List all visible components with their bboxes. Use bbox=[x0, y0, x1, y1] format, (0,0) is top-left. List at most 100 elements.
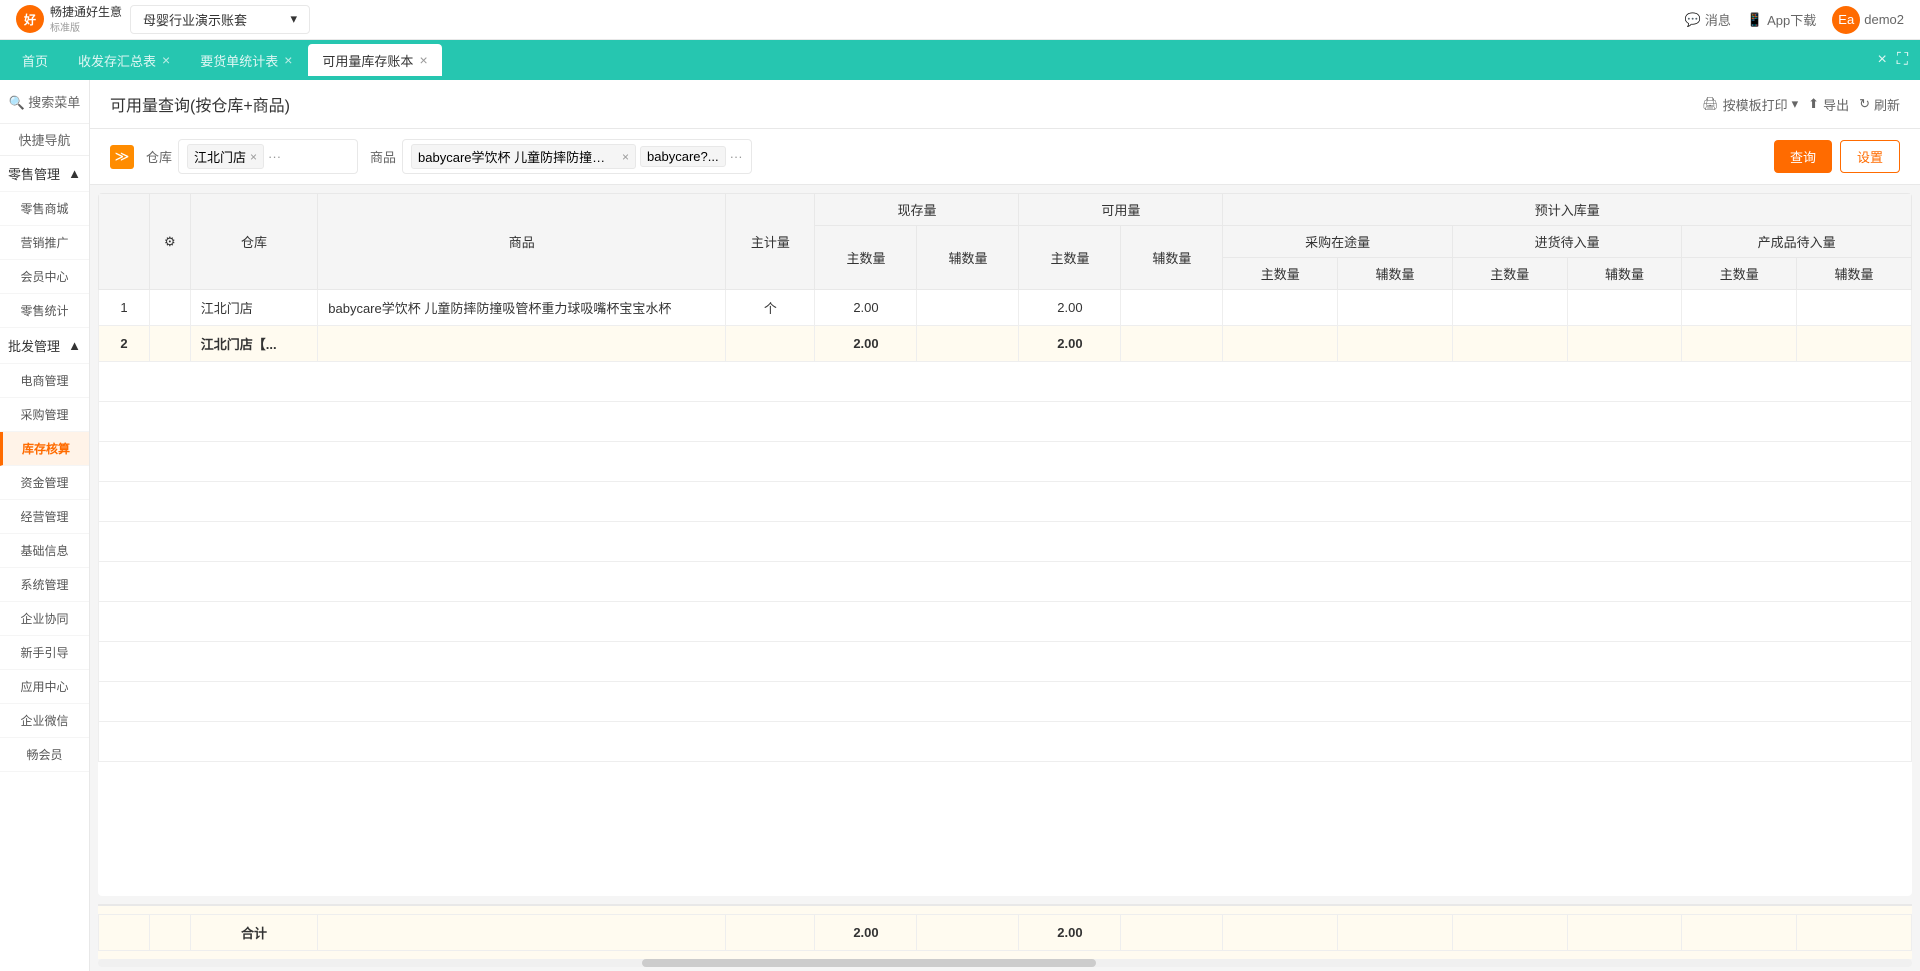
message-btn[interactable]: 💬 消息 bbox=[1685, 10, 1731, 29]
total-empty3 bbox=[318, 915, 726, 951]
sidebar-item-procurement[interactable]: 采购管理 bbox=[0, 398, 89, 432]
tab-available-stock-label: 可用量库存账本 bbox=[322, 51, 413, 70]
sidebar-group-retail-header[interactable]: 零售管理 ▲ bbox=[0, 156, 89, 192]
td-stock-main: 2.00 bbox=[815, 290, 917, 326]
sidebar-item-inventory[interactable]: 库存核算 bbox=[0, 432, 89, 466]
td-available-aux bbox=[1121, 290, 1223, 326]
th-available-main: 主数量 bbox=[1019, 226, 1121, 290]
th-rownum bbox=[99, 194, 150, 290]
sidebar-item-retail-mall[interactable]: 零售商城 bbox=[0, 192, 89, 226]
tab-home[interactable]: 首页 bbox=[8, 44, 62, 76]
total-label: 合计 bbox=[190, 915, 317, 951]
sidebar-item-newbie[interactable]: 新手引导 bbox=[0, 636, 89, 670]
sidebar-item-member2[interactable]: 畅会员 bbox=[0, 738, 89, 772]
logo-text: 畅捷通好生意 bbox=[50, 5, 122, 19]
expand-btn[interactable]: ⛶ bbox=[1893, 47, 1912, 73]
sidebar-item-operations[interactable]: 经营管理 bbox=[0, 500, 89, 534]
th-stock-aux: 辅数量 bbox=[917, 226, 1019, 290]
sidebar-item-ecommerce[interactable]: 电商管理 bbox=[0, 364, 89, 398]
sidebar-item-wechat[interactable]: 企业微信 bbox=[0, 704, 89, 738]
print-btn[interactable]: 🖨 按模板打印 ▾ bbox=[1702, 95, 1798, 114]
warehouse-more[interactable]: ··· bbox=[268, 149, 281, 164]
total-empty2 bbox=[149, 915, 190, 951]
subtotal-product bbox=[318, 326, 726, 362]
subtotal-purchase-transit-main bbox=[1223, 326, 1338, 362]
industry-selector-value: 母婴行业演示账套 bbox=[143, 10, 247, 29]
sidebar-item-member[interactable]: 会员中心 bbox=[0, 260, 89, 294]
tab-receive-summary[interactable]: 收发存汇总表 × bbox=[64, 44, 184, 76]
th-settings[interactable]: ⚙ bbox=[149, 194, 190, 290]
filter-toggle-btn[interactable]: ≫ bbox=[110, 145, 134, 169]
warehouse-tag-close[interactable]: × bbox=[250, 150, 257, 164]
subtotal-available-aux bbox=[1121, 326, 1223, 362]
export-btn[interactable]: ⬆ 导出 bbox=[1808, 95, 1849, 114]
refresh-btn[interactable]: ↻ 刷新 bbox=[1859, 95, 1900, 114]
sidebar-group-wholesale-header[interactable]: 批发管理 ▲ bbox=[0, 328, 89, 364]
user-profile[interactable]: Ea demo2 bbox=[1832, 6, 1904, 34]
horizontal-scrollbar[interactable] bbox=[98, 959, 1912, 967]
tab-order-stats-close[interactable]: × bbox=[284, 52, 292, 68]
scroll-thumb[interactable] bbox=[642, 959, 1096, 967]
table-area: ⚙ 仓库 商品 主计量 现存量 可用量 预计入库量 主数量 辅数量 主数量 辅数… bbox=[98, 193, 1912, 896]
empty-row bbox=[99, 722, 1912, 762]
td-purchase-transit-main bbox=[1223, 290, 1338, 326]
sidebar-item-enterprise[interactable]: 企业协同 bbox=[0, 602, 89, 636]
th-main-unit: 主计量 bbox=[726, 194, 815, 290]
product-tag1-close[interactable]: × bbox=[622, 150, 629, 164]
product-tag1: babycare学饮杯 儿童防摔防撞吸管杯重力球吸嘴杯宝宝水杯 × bbox=[411, 144, 636, 169]
table-total-footer: 合计 2.00 2.00 bbox=[98, 904, 1912, 959]
sidebar-group-wholesale-label: 批发管理 bbox=[8, 336, 60, 355]
subtotal-product-incoming-main bbox=[1682, 326, 1797, 362]
product-input[interactable]: babycare学饮杯 儿童防摔防撞吸管杯重力球吸嘴杯宝宝水杯 × babyca… bbox=[402, 139, 752, 174]
settings-btn[interactable]: 设置 bbox=[1840, 140, 1900, 173]
subtotal-incoming-aux bbox=[1567, 326, 1682, 362]
tab-available-stock-close[interactable]: × bbox=[419, 52, 427, 68]
tab-receive-summary-close[interactable]: × bbox=[162, 52, 170, 68]
td-stock-aux bbox=[917, 290, 1019, 326]
query-btn[interactable]: 查询 bbox=[1774, 140, 1832, 173]
td-main-unit: 个 bbox=[726, 290, 815, 326]
tab-available-stock[interactable]: 可用量库存账本 × bbox=[308, 44, 441, 76]
th-available-group: 可用量 bbox=[1019, 194, 1223, 226]
product-more[interactable]: ··· bbox=[730, 149, 743, 164]
column-settings-icon[interactable]: ⚙ bbox=[164, 234, 176, 249]
message-label: 消息 bbox=[1705, 10, 1731, 29]
total-available-aux bbox=[1121, 915, 1223, 951]
tab-order-stats[interactable]: 要货单统计表 × bbox=[186, 44, 306, 76]
th-expected-group: 预计入库量 bbox=[1223, 194, 1912, 226]
app-download-btn[interactable]: 📱 App下载 bbox=[1747, 10, 1816, 29]
subtotal-settings bbox=[149, 326, 190, 362]
th-available-aux: 辅数量 bbox=[1121, 226, 1223, 290]
top-bar-left: 好 畅捷通好生意 标准版 母婴行业演示账套 ▾ bbox=[16, 5, 310, 34]
tab-home-label: 首页 bbox=[22, 51, 48, 70]
chevron-down-icon-print: ▾ bbox=[1792, 96, 1799, 112]
td-product-incoming-aux bbox=[1797, 290, 1912, 326]
sidebar-item-finance[interactable]: 资金管理 bbox=[0, 466, 89, 500]
th-stock-group: 现存量 bbox=[815, 194, 1019, 226]
nav-tabs: 首页 收发存汇总表 × 要货单统计表 × 可用量库存账本 × × ⛶ bbox=[0, 40, 1920, 80]
total-empty4 bbox=[726, 915, 815, 951]
close-all-tabs-btn[interactable]: × bbox=[1873, 47, 1890, 73]
empty-row bbox=[99, 522, 1912, 562]
sidebar-search-btn[interactable]: 🔍 搜索菜单 bbox=[8, 88, 81, 115]
sidebar-item-marketing[interactable]: 营销推广 bbox=[0, 226, 89, 260]
message-icon: 💬 bbox=[1685, 12, 1701, 28]
subtotal-stock-aux bbox=[917, 326, 1019, 362]
sidebar-item-app-center[interactable]: 应用中心 bbox=[0, 670, 89, 704]
sidebar-item-system[interactable]: 系统管理 bbox=[0, 568, 89, 602]
th-incoming-aux: 辅数量 bbox=[1567, 258, 1682, 290]
table-row: 1 江北门店 babycare学饮杯 儿童防摔防撞吸管杯重力球吸嘴杯宝宝水杯 个… bbox=[99, 290, 1912, 326]
top-bar-right: 💬 消息 📱 App下载 Ea demo2 bbox=[1685, 6, 1904, 34]
subtotal-incoming-main bbox=[1452, 326, 1567, 362]
total-row: 合计 2.00 2.00 bbox=[99, 915, 1912, 951]
sidebar-item-retail-stats[interactable]: 零售统计 bbox=[0, 294, 89, 328]
th-product: 商品 bbox=[318, 194, 726, 290]
empty-row bbox=[99, 562, 1912, 602]
quick-nav-btn[interactable]: 快捷导航 bbox=[0, 124, 89, 156]
sidebar-item-basic-info[interactable]: 基础信息 bbox=[0, 534, 89, 568]
total-stock-aux bbox=[917, 915, 1019, 951]
empty-row bbox=[99, 482, 1912, 522]
main-layout: 🔍 搜索菜单 快捷导航 零售管理 ▲ 零售商城 营销推广 会员中心 零售统计 批… bbox=[0, 80, 1920, 971]
warehouse-input[interactable]: 江北门店 × ··· bbox=[178, 139, 358, 174]
industry-selector[interactable]: 母婴行业演示账套 ▾ bbox=[130, 5, 310, 34]
